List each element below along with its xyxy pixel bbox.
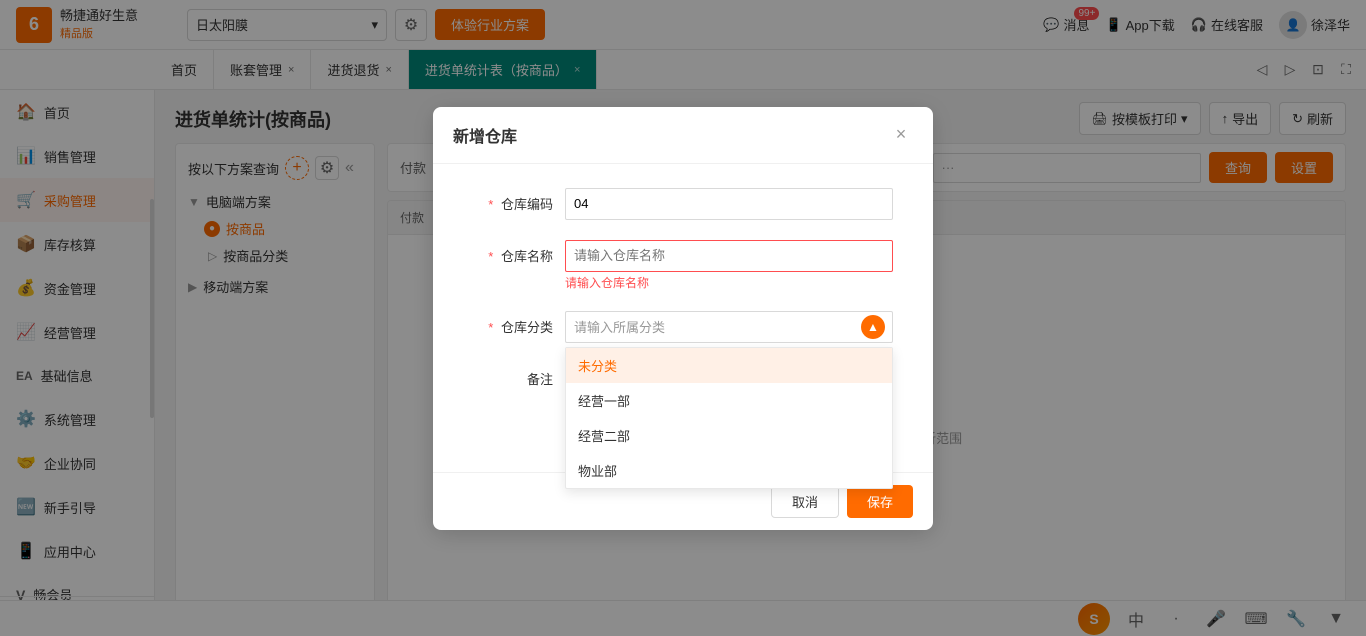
name-input[interactable]	[565, 240, 893, 272]
dropdown-item-dept2[interactable]: 经营二部	[566, 418, 892, 453]
modal-dialog: 新增仓库 × * 仓库编码 * 仓库名称	[433, 107, 933, 530]
category-arrow-btn[interactable]: ▲	[861, 315, 885, 339]
name-field-row: * 仓库名称 请输入仓库名称	[473, 240, 893, 291]
cancel-btn[interactable]: 取消	[771, 485, 839, 518]
code-input-wrap	[565, 188, 893, 220]
notes-label: 备注	[473, 363, 553, 388]
category-field-row: * 仓库分类 请输入所属分类 ▲ 未分类 经营一部 经营二部 物业部	[473, 311, 893, 343]
category-input-wrap: 请输入所属分类 ▲ 未分类 经营一部 经营二部 物业部	[565, 311, 893, 343]
category-dropdown: 未分类 经营一部 经营二部 物业部	[565, 347, 893, 489]
modal-close-btn[interactable]: ×	[889, 123, 913, 147]
code-input[interactable]	[565, 188, 893, 220]
save-btn[interactable]: 保存	[847, 485, 913, 518]
name-input-wrap: 请输入仓库名称	[565, 240, 893, 291]
modal-title: 新增仓库	[453, 123, 517, 147]
dropdown-item-property[interactable]: 物业部	[566, 453, 892, 488]
dropdown-item-unclassified[interactable]: 未分类	[566, 348, 892, 383]
modal-body: * 仓库编码 * 仓库名称 请输入仓库名称	[433, 164, 933, 472]
category-label: * 仓库分类	[473, 311, 553, 336]
code-label: * 仓库编码	[473, 188, 553, 213]
name-error-text: 请输入仓库名称	[565, 274, 893, 291]
modal-header: 新增仓库 ×	[433, 107, 933, 164]
modal-overlay[interactable]: 新增仓库 × * 仓库编码 * 仓库名称	[0, 0, 1366, 636]
name-label: * 仓库名称	[473, 240, 553, 265]
category-input[interactable]: 请输入所属分类	[565, 311, 893, 343]
dropdown-item-dept1[interactable]: 经营一部	[566, 383, 892, 418]
code-field-row: * 仓库编码	[473, 188, 893, 220]
